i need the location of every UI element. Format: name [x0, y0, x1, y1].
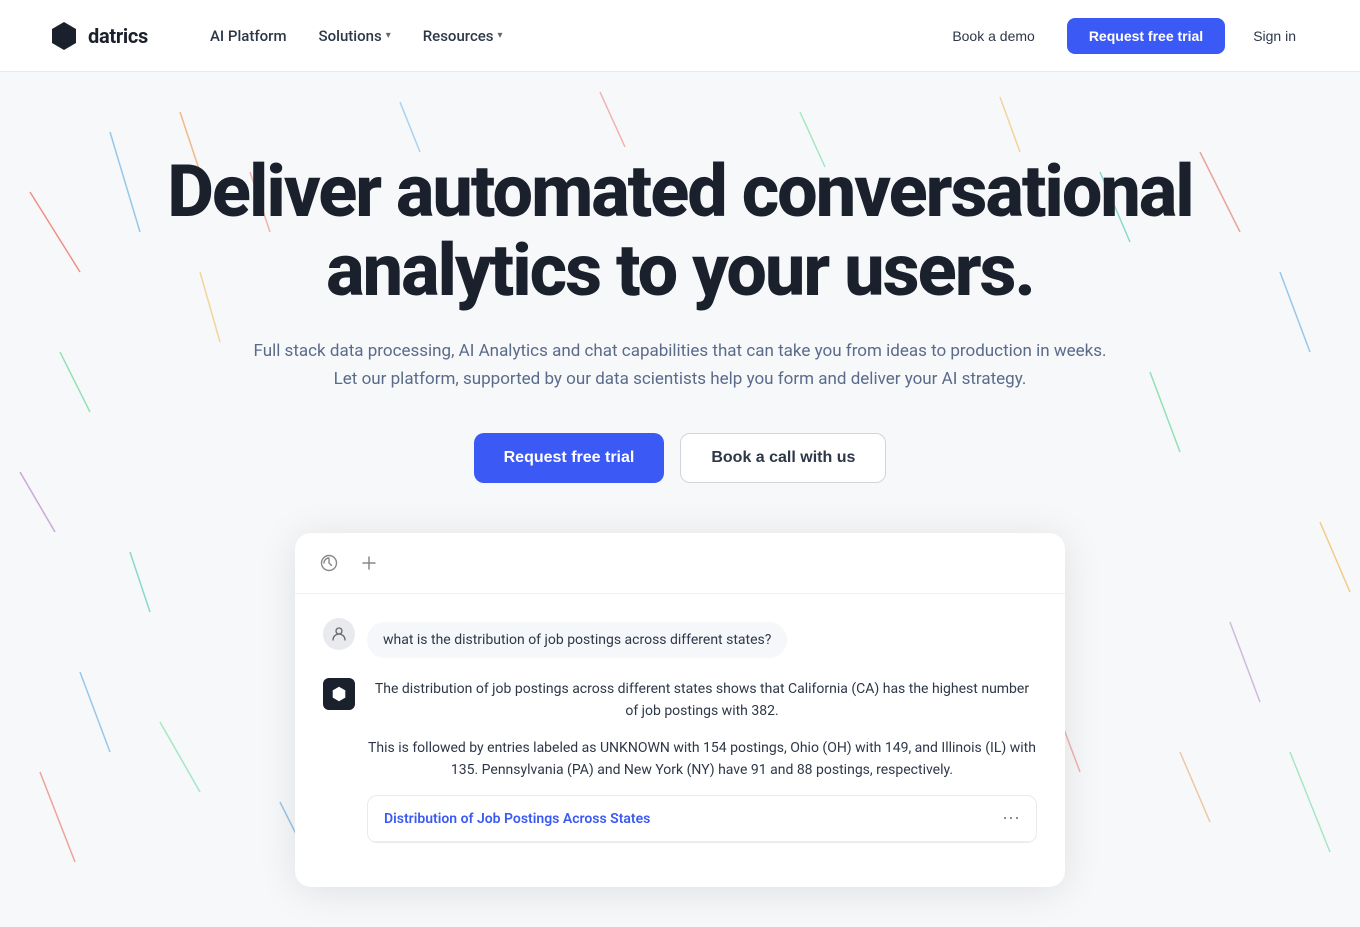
hero-trial-button[interactable]: Request free trial [474, 433, 665, 483]
user-avatar [323, 618, 355, 650]
hero-title: Deliver automated conversational analyti… [155, 152, 1205, 310]
request-trial-button[interactable]: Request free trial [1067, 18, 1225, 54]
nav-item-resources[interactable]: Resources ▾ [409, 19, 517, 53]
chart-header: Distribution of Job Postings Across Stat… [368, 796, 1036, 842]
chart-title: Distribution of Job Postings Across Stat… [384, 811, 650, 827]
hero-buttons: Request free trial Book a call with us [80, 433, 1280, 483]
hero-section: Deliver automated conversational analyti… [0, 72, 1360, 927]
logo-icon [48, 20, 80, 52]
hero-call-button[interactable]: Book a call with us [680, 433, 886, 483]
chat-preview: what is the distribution of job postings… [295, 533, 1065, 888]
hero-subtitle: Full stack data processing, AI Analytics… [250, 338, 1110, 392]
book-demo-button[interactable]: Book a demo [932, 19, 1055, 53]
nav-item-solutions[interactable]: Solutions ▾ [305, 19, 405, 53]
chart-card: Distribution of Job Postings Across Stat… [367, 795, 1037, 843]
nav-item-ai-platform[interactable]: AI Platform [196, 19, 301, 53]
bot-message: The distribution of job postings across … [323, 678, 1037, 844]
chat-body: what is the distribution of job postings… [295, 594, 1065, 888]
logo-text: datrics [88, 24, 148, 48]
navbar: datrics AI Platform Solutions ▾ Resource… [0, 0, 1360, 72]
nav-right: Book a demo Request free trial Sign in [932, 18, 1312, 54]
history-icon[interactable] [315, 549, 343, 577]
solutions-chevron-icon: ▾ [386, 30, 391, 41]
bot-response: The distribution of job postings across … [367, 678, 1037, 844]
bot-response-text-2: This is followed by entries labeled as U… [367, 737, 1037, 782]
sign-in-button[interactable]: Sign in [1237, 19, 1312, 53]
logo[interactable]: datrics [48, 20, 148, 52]
resources-chevron-icon: ▾ [498, 30, 503, 41]
user-question: what is the distribution of job postings… [367, 622, 787, 658]
nav-links: AI Platform Solutions ▾ Resources ▾ [196, 19, 932, 53]
chat-toolbar [295, 533, 1065, 594]
chart-menu-icon[interactable]: ⋯ [1002, 808, 1020, 829]
bot-response-text-1: The distribution of job postings across … [367, 678, 1037, 723]
user-message: what is the distribution of job postings… [323, 618, 1037, 658]
add-chat-icon[interactable] [355, 549, 383, 577]
bot-avatar [323, 678, 355, 710]
